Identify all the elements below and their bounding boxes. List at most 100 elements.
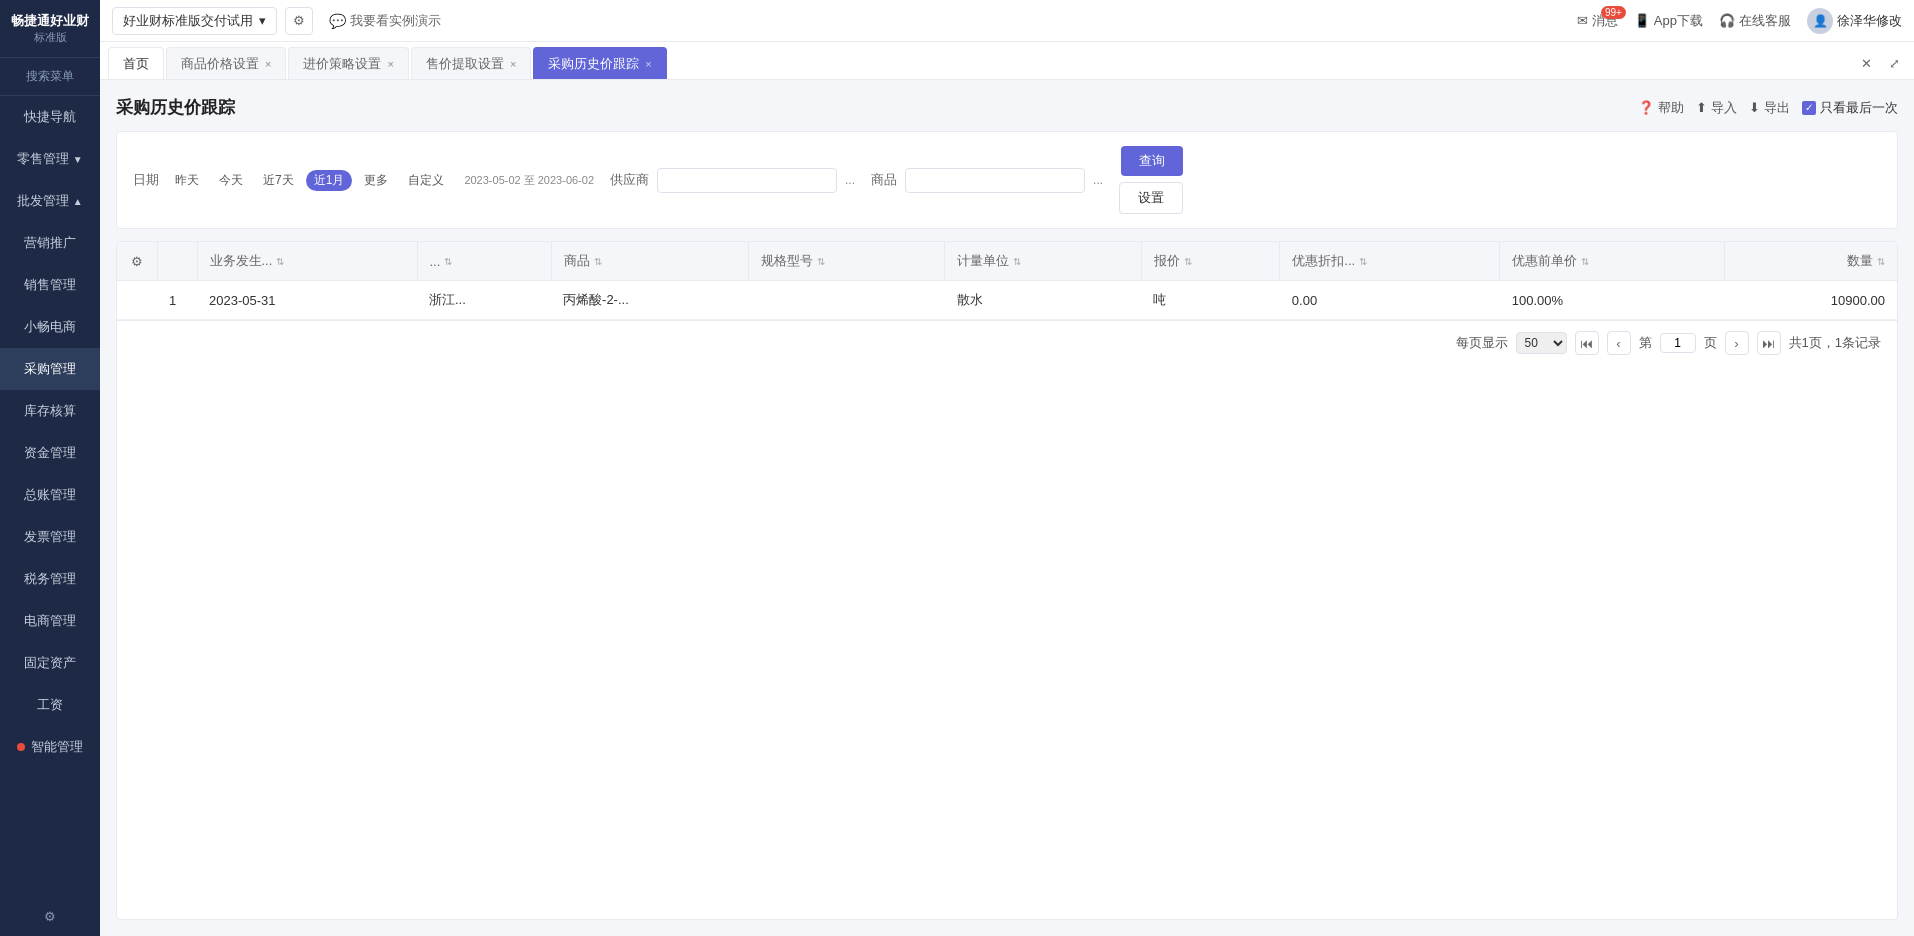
- topbar-settings-btn[interactable]: ⚙: [285, 7, 313, 35]
- filter-supplier-group: 供应商 ...: [610, 168, 855, 193]
- sort-icon: ⇅: [817, 256, 825, 267]
- tab-purchase-history[interactable]: 采购历史价跟踪 ×: [533, 47, 666, 79]
- col-spec-label: 规格型号: [761, 252, 813, 270]
- date-btn-last1month[interactable]: 近1月: [306, 170, 353, 191]
- import-label: 导入: [1711, 99, 1737, 117]
- app-download-btn[interactable]: 📱 App下载: [1634, 12, 1703, 30]
- sidebar-item-label: 小畅电商: [24, 319, 76, 334]
- filter-date-group: 日期 昨天 今天 近7天 近1月 更多 自定义 2023-05-02 至 202…: [133, 170, 594, 191]
- col-goods[interactable]: 商品 ⇅: [551, 242, 749, 281]
- close-icon[interactable]: ×: [645, 58, 651, 70]
- col-goods-label: 商品: [564, 252, 590, 270]
- supplier-more-btn[interactable]: ...: [845, 173, 855, 187]
- sidebar: 畅捷通好业财 标准版 搜索菜单 快捷导航 零售管理 ▼ 批发管理 ▲ 营销推广 …: [0, 0, 100, 936]
- sort-icon: ⇅: [1184, 256, 1192, 267]
- user-menu[interactable]: 👤 徐泽华修改: [1807, 8, 1902, 34]
- col-spec[interactable]: 规格型号 ⇅: [749, 242, 945, 281]
- date-btn-last7[interactable]: 近7天: [255, 170, 302, 191]
- tab-price[interactable]: 商品价格设置 ×: [166, 47, 286, 79]
- tab-close-btn[interactable]: ✕: [1854, 51, 1878, 75]
- customer-service-btn[interactable]: 🎧 在线客服: [1719, 12, 1791, 30]
- only-last-checkbox[interactable]: ✓ 只看最后一次: [1802, 99, 1898, 117]
- filter-settings-btn[interactable]: 设置: [1119, 182, 1183, 214]
- prev-page-btn[interactable]: ‹: [1607, 331, 1631, 355]
- date-btn-more[interactable]: 更多: [356, 170, 396, 191]
- sidebar-item-retail[interactable]: 零售管理 ▼: [0, 138, 100, 180]
- sidebar-item-inventory[interactable]: 库存核算: [0, 390, 100, 432]
- sidebar-item-smart[interactable]: 智能管理: [0, 726, 100, 768]
- sidebar-item-invoice[interactable]: 发票管理: [0, 516, 100, 558]
- col-discount-label: 优惠折扣...: [1292, 252, 1355, 270]
- tab-home[interactable]: 首页: [108, 47, 164, 79]
- page-actions: ❓ 帮助 ⬆ 导入 ⬇ 导出 ✓ 只看最后一次: [1638, 99, 1898, 117]
- goods-more-btn[interactable]: ...: [1093, 173, 1103, 187]
- sidebar-item-ecommerce-small[interactable]: 小畅电商: [0, 306, 100, 348]
- close-icon[interactable]: ×: [265, 58, 271, 70]
- supplier-input[interactable]: [657, 168, 837, 193]
- per-page-select[interactable]: 50 20 100 200: [1516, 332, 1567, 354]
- col-quantity[interactable]: 数量 ⇅: [1725, 242, 1897, 281]
- col-biz-date[interactable]: 业务发生... ⇅: [197, 242, 417, 281]
- sidebar-item-assets[interactable]: 固定资产: [0, 642, 100, 684]
- sidebar-item-purchase[interactable]: 采购管理: [0, 348, 100, 390]
- col-quote-label: 报价: [1154, 252, 1180, 270]
- avatar: 👤: [1807, 8, 1833, 34]
- tab-label: 售价提取设置: [426, 55, 504, 73]
- export-btn[interactable]: ⬇ 导出: [1749, 99, 1790, 117]
- sidebar-item-marketing[interactable]: 营销推广: [0, 222, 100, 264]
- sidebar-item-finance[interactable]: 资金管理: [0, 432, 100, 474]
- topbar: 好业财标准版交付试用 ▾ ⚙ 💬 我要看实例演示 ✉ 消息 99+ 📱 App下…: [100, 0, 1914, 42]
- col-pre-discount[interactable]: 优惠前单价 ⇅: [1500, 242, 1725, 281]
- cell-quote: 吨: [1141, 281, 1280, 320]
- date-btn-custom[interactable]: 自定义: [400, 170, 452, 191]
- sidebar-item-sales[interactable]: 销售管理: [0, 264, 100, 306]
- import-btn[interactable]: ⬆ 导入: [1696, 99, 1737, 117]
- col-unit-label: 计量单位: [957, 252, 1009, 270]
- date-btn-yesterday[interactable]: 昨天: [167, 170, 207, 191]
- sidebar-item-salary[interactable]: 工资: [0, 684, 100, 726]
- tabbar: 首页 商品价格设置 × 进价策略设置 × 售价提取设置 × 采购历史价跟踪 × …: [100, 42, 1914, 80]
- sidebar-settings-btn[interactable]: ⚙: [0, 897, 100, 936]
- only-last-label: 只看最后一次: [1820, 99, 1898, 117]
- sidebar-search-item[interactable]: 搜索菜单: [0, 58, 100, 96]
- message-icon: ✉: [1577, 13, 1588, 28]
- first-page-btn[interactable]: ⏮: [1575, 331, 1599, 355]
- chevron-down-icon: ▼: [73, 154, 83, 165]
- next-page-btn[interactable]: ›: [1725, 331, 1749, 355]
- per-page-label: 每页显示: [1456, 334, 1508, 352]
- date-btn-today[interactable]: 今天: [211, 170, 251, 191]
- sidebar-item-label: 采购管理: [24, 361, 76, 376]
- col-quote[interactable]: 报价 ⇅: [1141, 242, 1280, 281]
- sidebar-item-ecommerce[interactable]: 电商管理: [0, 600, 100, 642]
- demo-label: 我要看实例演示: [350, 12, 441, 30]
- help-icon: ❓: [1638, 100, 1654, 115]
- demo-btn[interactable]: 💬 我要看实例演示: [329, 12, 441, 30]
- col-unit[interactable]: 计量单位 ⇅: [945, 242, 1141, 281]
- message-btn[interactable]: ✉ 消息 99+: [1577, 12, 1618, 30]
- close-icon[interactable]: ×: [387, 58, 393, 70]
- gear-icon: ⚙: [131, 254, 143, 269]
- last-page-btn[interactable]: ⏭: [1757, 331, 1781, 355]
- app-logo-title: 畅捷通好业财: [11, 12, 89, 30]
- tab-label: 首页: [123, 55, 149, 73]
- col-discount[interactable]: 优惠折扣... ⇅: [1280, 242, 1500, 281]
- tab-strategy[interactable]: 进价策略设置 ×: [288, 47, 408, 79]
- content-area: 采购历史价跟踪 ❓ 帮助 ⬆ 导入 ⬇ 导出 ✓ 只看最后一次: [100, 80, 1914, 936]
- help-btn[interactable]: ❓ 帮助: [1638, 99, 1684, 117]
- col-settings[interactable]: ⚙: [117, 242, 157, 281]
- tab-sale-price[interactable]: 售价提取设置 ×: [411, 47, 531, 79]
- cell-goods: 丙烯酸-2-...: [551, 281, 749, 320]
- sidebar-item-quick-nav[interactable]: 快捷导航: [0, 96, 100, 138]
- sidebar-item-wholesale[interactable]: 批发管理 ▲: [0, 180, 100, 222]
- app-selector[interactable]: 好业财标准版交付试用 ▾: [112, 7, 277, 35]
- dot-icon: [17, 743, 25, 751]
- close-icon[interactable]: ×: [510, 58, 516, 70]
- sidebar-item-tax[interactable]: 税务管理: [0, 558, 100, 600]
- page-input[interactable]: [1660, 333, 1696, 353]
- query-btn[interactable]: 查询: [1121, 146, 1183, 176]
- col-extra[interactable]: ... ⇅: [417, 242, 551, 281]
- chevron-down-icon: ▾: [259, 13, 266, 28]
- sidebar-item-ledger[interactable]: 总账管理: [0, 474, 100, 516]
- goods-input[interactable]: [905, 168, 1085, 193]
- tab-maximize-btn[interactable]: ⤢: [1882, 51, 1906, 75]
